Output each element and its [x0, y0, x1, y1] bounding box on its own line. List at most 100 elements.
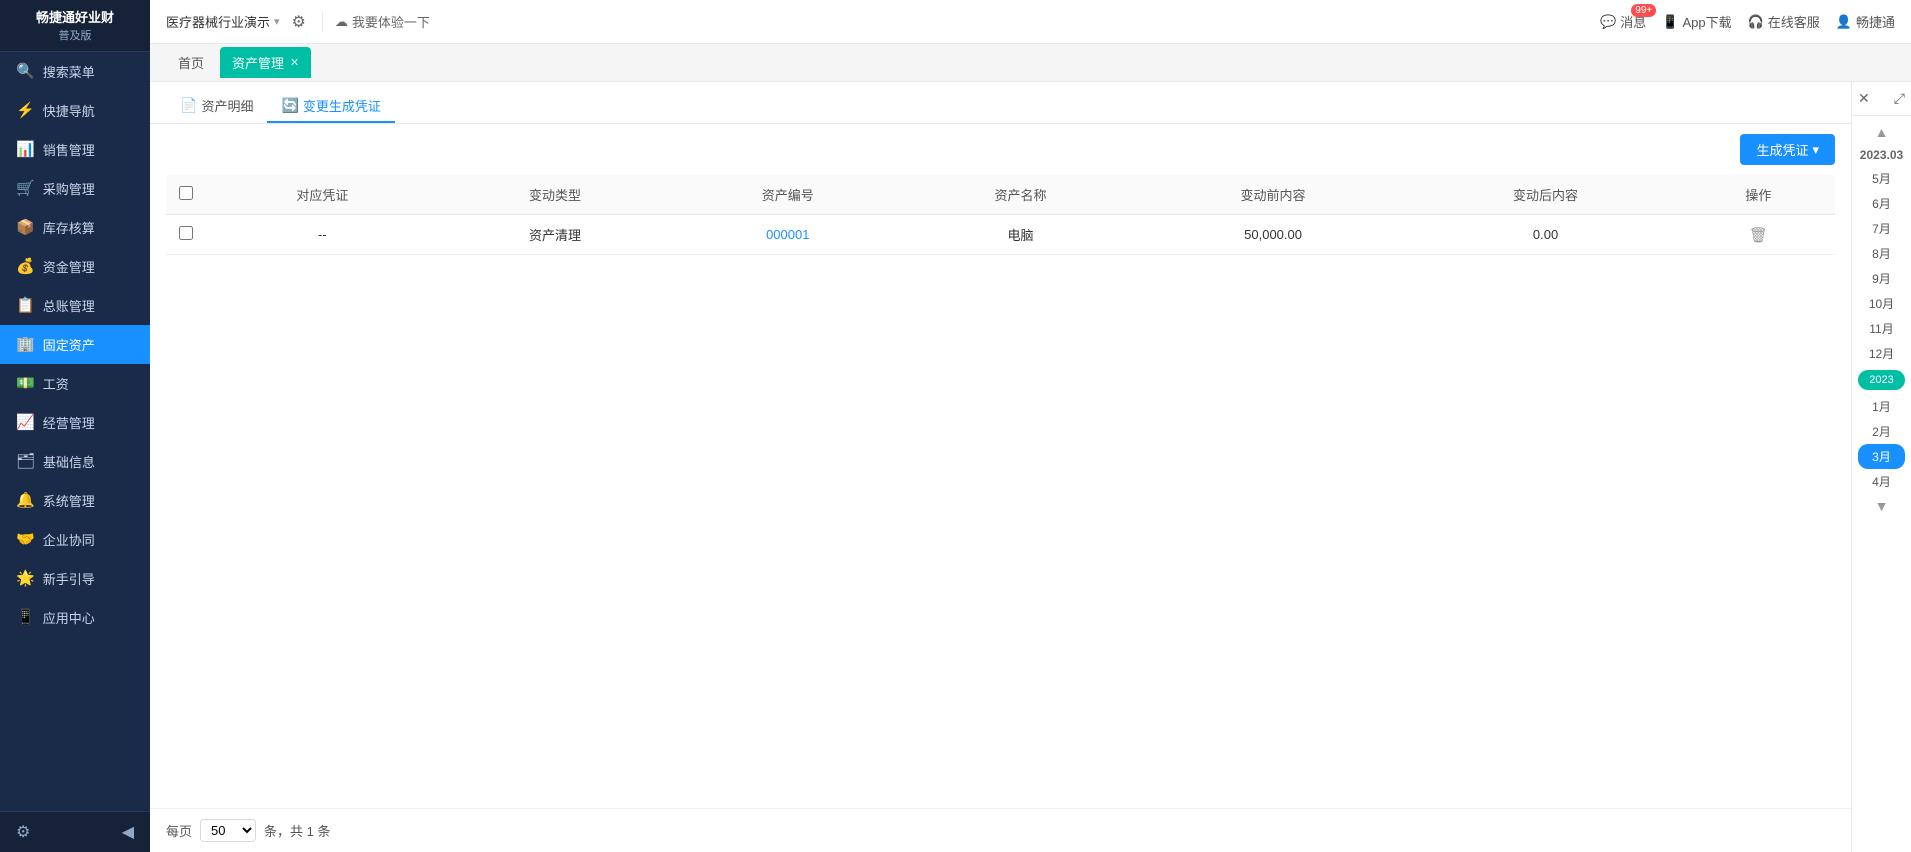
year-2023-label[interactable]: 2023: [1858, 370, 1905, 390]
right-panel: ✕ ⤢ ▲ 2023.03 5月 6月 7月 8月 9月 10月 11月 12月…: [1851, 82, 1911, 852]
panel-expand-icon[interactable]: ⤢: [1894, 90, 1905, 107]
sidebar-label-cooperation: 企业协同: [43, 530, 95, 549]
sidebar-item-fixed-assets[interactable]: 🏢固定资产: [0, 325, 150, 364]
sidebar-item-inventory[interactable]: 📦 库存核算: [0, 208, 150, 247]
tab-close-icon[interactable]: ✕: [290, 56, 299, 69]
page: 📄 资产明细 🔄 变更生成凭证 生成凭证 ▾: [150, 82, 1851, 852]
th-checkbox: [166, 175, 206, 215]
generate-voucher-button[interactable]: 生成凭证 ▾: [1740, 134, 1835, 165]
inventory-icon: 📦: [16, 218, 35, 236]
headset-icon: 🎧: [1748, 14, 1764, 30]
sidebar-label-app-center: 应用中心: [43, 608, 95, 627]
row-asset-code: 000001: [671, 215, 904, 255]
month-item[interactable]: 8月: [1852, 241, 1911, 266]
th-change-type: 变动类型: [439, 175, 672, 215]
row-checkbox-0[interactable]: [179, 226, 193, 240]
purchase-icon: 🛒: [16, 179, 35, 197]
row-asset-name: 电脑: [904, 215, 1137, 255]
nav-tabs: 首页 资产管理 ✕: [150, 44, 1911, 82]
select-all-checkbox[interactable]: [179, 186, 193, 200]
sidebar-item-finance[interactable]: 💰资金管理: [0, 247, 150, 286]
customer-service-action[interactable]: 🎧 在线客服: [1748, 12, 1820, 31]
delete-icon[interactable]: 🗑: [1749, 227, 1768, 244]
panel-scroll-up-icon[interactable]: ▲: [1871, 120, 1893, 144]
month-item[interactable]: 2月: [1852, 419, 1911, 444]
sidebar-item-payroll[interactable]: 💵工资: [0, 364, 150, 403]
sidebar-item-cooperation[interactable]: 🤝企业协同: [0, 520, 150, 559]
message-badge: 99+: [1631, 4, 1656, 17]
table-header-row: 对应凭证 变动类型 资产编号 资产名称 变动前内容 变动后内容 操作: [166, 175, 1835, 215]
panel-close-icon[interactable]: ✕: [1858, 90, 1870, 107]
search-icon: 🔍: [16, 62, 35, 80]
month-item[interactable]: 5月: [1852, 166, 1911, 191]
th-voucher: 对应凭证: [206, 175, 439, 215]
app-download-action[interactable]: 📱 App下载: [1662, 12, 1731, 31]
month-item[interactable]: 4月: [1852, 469, 1911, 494]
right-panel-header: ✕ ⤢: [1852, 82, 1911, 116]
data-table: 对应凭证 变动类型 资产编号 资产名称 变动前内容 变动后内容 操作 --: [166, 175, 1835, 255]
sidebar-item-purchase[interactable]: 🛒 采购管理: [0, 169, 150, 208]
sidebar-label-sales: 销售管理: [43, 140, 95, 159]
sidebar-item-guide[interactable]: 🌟新手引导: [0, 559, 150, 598]
header-settings-icon[interactable]: ⚙: [288, 8, 310, 36]
th-operation: 操作: [1682, 175, 1835, 215]
sidebar-item-management[interactable]: 📈经营管理: [0, 403, 150, 442]
collapse-icon[interactable]: ◀: [122, 822, 134, 842]
sidebar: 畅捷通好业财 普及版 🔍 搜索菜单 ⚡快捷导航📊销售管理 🛒 采购管理 📦 库存核算 💰资金管…: [0, 0, 150, 852]
row-checkbox-cell: [166, 215, 206, 255]
month-3-current[interactable]: 3月: [1858, 444, 1905, 469]
sub-tab-change-voucher-label: 变更生成凭证: [303, 96, 381, 115]
total-label: 条，共 1 条: [264, 821, 330, 840]
per-page-label: 每页: [166, 821, 192, 840]
sidebar-item-app-center[interactable]: 📱应用中心: [0, 598, 150, 637]
month-item[interactable]: 6月: [1852, 191, 1911, 216]
month-item[interactable]: 1月: [1852, 394, 1911, 419]
message-icon: 💬: [1600, 14, 1616, 30]
generate-voucher-label: 生成凭证: [1756, 140, 1808, 159]
company-selector[interactable]: 医疗器械行业演示 ▾: [166, 12, 280, 31]
panel-scroll-down-icon[interactable]: ▼: [1871, 494, 1893, 518]
sidebar-item-search[interactable]: 🔍 搜索菜单: [0, 52, 150, 91]
user-icon: 👤: [1836, 14, 1852, 30]
sidebar-label-purchase: 采购管理: [43, 179, 95, 198]
tab-asset-management[interactable]: 资产管理 ✕: [220, 47, 311, 78]
month-item[interactable]: 10月: [1852, 291, 1911, 316]
messages-action[interactable]: 💬 消息 99+: [1600, 12, 1646, 31]
change-icon: 🔄: [281, 97, 298, 114]
system-icon: 🔔: [16, 491, 35, 509]
sidebar-item-sales[interactable]: 📊销售管理: [0, 130, 150, 169]
per-page-select[interactable]: 50 20 100: [200, 819, 256, 842]
sidebar-item-system[interactable]: 🔔系统管理: [0, 481, 150, 520]
company-name: 医疗器械行业演示: [166, 12, 270, 31]
user-action[interactable]: 👤 畅捷通: [1836, 12, 1895, 31]
guide-icon: 🌟: [16, 569, 35, 587]
row-voucher: --: [206, 215, 439, 255]
right-panel-scroll: ▲ 2023.03 5月 6月 7月 8月 9月 10月 11月 12月 202…: [1852, 116, 1911, 852]
th-before-change: 变动前内容: [1137, 175, 1410, 215]
sub-tabs: 📄 资产明细 🔄 变更生成凭证: [150, 82, 1851, 124]
experience-button[interactable]: ☁ 我要体验一下: [335, 12, 430, 31]
sidebar-label-ledger: 总账管理: [43, 296, 95, 315]
payroll-icon: 💵: [16, 374, 35, 392]
sidebar-label-inventory: 库存核算: [43, 218, 95, 237]
sidebar-menu: 🔍 搜索菜单 ⚡快捷导航📊销售管理 🛒 采购管理 📦 库存核算 💰资金管理📋总账管理🏢固定资产…: [0, 52, 150, 811]
sidebar-item-ledger[interactable]: 📋总账管理: [0, 286, 150, 325]
sidebar-item-basic-info[interactable]: 🗂基础信息: [0, 442, 150, 481]
th-after-change: 变动后内容: [1409, 175, 1682, 215]
sidebar-label-search: 搜索菜单: [43, 62, 95, 81]
tab-home[interactable]: 首页: [166, 47, 216, 78]
th-asset-code: 资产编号: [671, 175, 904, 215]
month-item[interactable]: 12月: [1852, 341, 1911, 366]
sidebar-logo: 畅捷通好业财 普及版: [0, 0, 150, 52]
sidebar-item-quick-nav[interactable]: ⚡快捷导航: [0, 91, 150, 130]
settings-icon[interactable]: ⚙: [16, 822, 30, 842]
sub-tab-asset-detail[interactable]: 📄 资产明细: [166, 90, 267, 123]
sub-tab-change-voucher[interactable]: 🔄 变更生成凭证: [267, 90, 394, 123]
document-icon: 📄: [180, 97, 197, 114]
month-item[interactable]: 11月: [1852, 316, 1911, 341]
month-item[interactable]: 9月: [1852, 266, 1911, 291]
th-asset-name: 资产名称: [904, 175, 1137, 215]
month-item[interactable]: 7月: [1852, 216, 1911, 241]
cloud-icon: ☁: [335, 14, 348, 30]
sidebar-logo-title: 畅捷通好业财: [36, 10, 114, 27]
